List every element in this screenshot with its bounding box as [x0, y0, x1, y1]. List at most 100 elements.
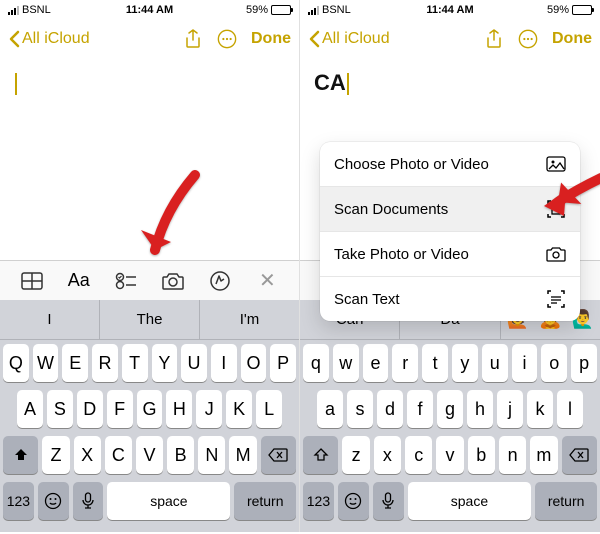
key[interactable]: y [452, 344, 478, 382]
key[interactable]: s [347, 390, 373, 428]
space-key[interactable]: space [408, 482, 532, 520]
emoji-key[interactable] [338, 482, 369, 520]
more-icon[interactable] [217, 29, 237, 49]
mic-key[interactable] [373, 482, 404, 520]
key[interactable]: m [530, 436, 557, 474]
key[interactable]: i [512, 344, 538, 382]
key[interactable]: H [166, 390, 192, 428]
key[interactable]: I [211, 344, 237, 382]
key[interactable]: f [407, 390, 433, 428]
note-text: CA [314, 70, 346, 95]
table-icon[interactable] [16, 265, 48, 297]
numbers-key[interactable]: 123 [303, 482, 334, 520]
key[interactable]: B [167, 436, 194, 474]
more-icon[interactable] [518, 29, 538, 49]
done-button[interactable]: Done [251, 30, 291, 48]
numbers-key[interactable]: 123 [3, 482, 34, 520]
key[interactable]: r [392, 344, 418, 382]
status-bar: BSNL 11:44 AM 59% [300, 0, 600, 20]
delete-key[interactable] [562, 436, 597, 474]
mic-key[interactable] [73, 482, 104, 520]
key[interactable]: b [468, 436, 495, 474]
key[interactable]: M [229, 436, 256, 474]
space-key[interactable]: space [107, 482, 230, 520]
key[interactable]: t [422, 344, 448, 382]
key[interactable]: d [377, 390, 403, 428]
key[interactable]: W [33, 344, 59, 382]
delete-key[interactable] [261, 436, 296, 474]
camera-icon [546, 244, 566, 264]
key[interactable]: U [181, 344, 207, 382]
note-editor[interactable]: CA [300, 58, 600, 108]
share-icon[interactable] [183, 29, 203, 49]
shift-key[interactable] [303, 436, 338, 474]
return-key[interactable]: return [234, 482, 296, 520]
key-row: ASDFGHJKL [3, 390, 296, 428]
annotation-arrow [125, 170, 205, 275]
key[interactable]: S [47, 390, 73, 428]
key[interactable]: g [437, 390, 463, 428]
battery-icon [271, 5, 291, 15]
key[interactable]: x [374, 436, 401, 474]
shift-key[interactable] [3, 436, 38, 474]
key[interactable]: D [77, 390, 103, 428]
suggestion[interactable]: I [0, 300, 100, 339]
key[interactable]: X [74, 436, 101, 474]
key[interactable]: O [241, 344, 267, 382]
key[interactable]: C [105, 436, 132, 474]
key[interactable]: G [137, 390, 163, 428]
menu-take-photo[interactable]: Take Photo or Video [320, 232, 580, 277]
key[interactable]: F [107, 390, 133, 428]
phone-right: BSNL 11:44 AM 59% All iCloud Done [300, 0, 600, 532]
key[interactable]: e [363, 344, 389, 382]
key[interactable]: l [557, 390, 583, 428]
suggestion-bar: I The I'm [0, 300, 299, 340]
key[interactable]: T [122, 344, 148, 382]
key[interactable]: n [499, 436, 526, 474]
done-button[interactable]: Done [552, 30, 592, 48]
suggestion[interactable]: I'm [200, 300, 299, 339]
suggestion[interactable]: The [100, 300, 200, 339]
carrier-label: BSNL [322, 4, 351, 16]
key[interactable]: R [92, 344, 118, 382]
key[interactable]: w [333, 344, 359, 382]
key[interactable]: h [467, 390, 493, 428]
key[interactable]: p [571, 344, 597, 382]
key[interactable]: K [226, 390, 252, 428]
key[interactable]: L [256, 390, 282, 428]
back-button[interactable]: All iCloud [8, 30, 90, 48]
key[interactable]: j [497, 390, 523, 428]
status-bar: BSNL 11:44 AM 59% [0, 0, 299, 20]
key[interactable]: A [17, 390, 43, 428]
close-icon[interactable]: ✕ [251, 265, 283, 297]
battery-icon [572, 5, 592, 15]
key[interactable]: c [405, 436, 432, 474]
key[interactable]: a [317, 390, 343, 428]
markup-icon[interactable] [204, 265, 236, 297]
key[interactable]: J [196, 390, 222, 428]
format-text-button[interactable]: Aa [63, 265, 95, 297]
key[interactable]: P [270, 344, 296, 382]
key[interactable]: N [198, 436, 225, 474]
clock: 11:44 AM [126, 4, 173, 16]
emoji-key[interactable] [38, 482, 69, 520]
key[interactable]: z [342, 436, 369, 474]
key[interactable]: k [527, 390, 553, 428]
key[interactable]: v [436, 436, 463, 474]
nav-bar: All iCloud Done [300, 20, 600, 58]
clock: 11:44 AM [426, 4, 473, 16]
key[interactable]: V [136, 436, 163, 474]
return-key[interactable]: return [535, 482, 597, 520]
key[interactable]: o [541, 344, 567, 382]
note-editor[interactable] [0, 58, 299, 108]
share-icon[interactable] [484, 29, 504, 49]
menu-scan-text[interactable]: Scan Text [320, 277, 580, 321]
key[interactable]: E [62, 344, 88, 382]
signal-icon [308, 6, 319, 15]
key[interactable]: Y [152, 344, 178, 382]
key[interactable]: u [482, 344, 508, 382]
back-button[interactable]: All iCloud [308, 30, 390, 48]
key[interactable]: Z [42, 436, 69, 474]
key[interactable]: q [303, 344, 329, 382]
key[interactable]: Q [3, 344, 29, 382]
